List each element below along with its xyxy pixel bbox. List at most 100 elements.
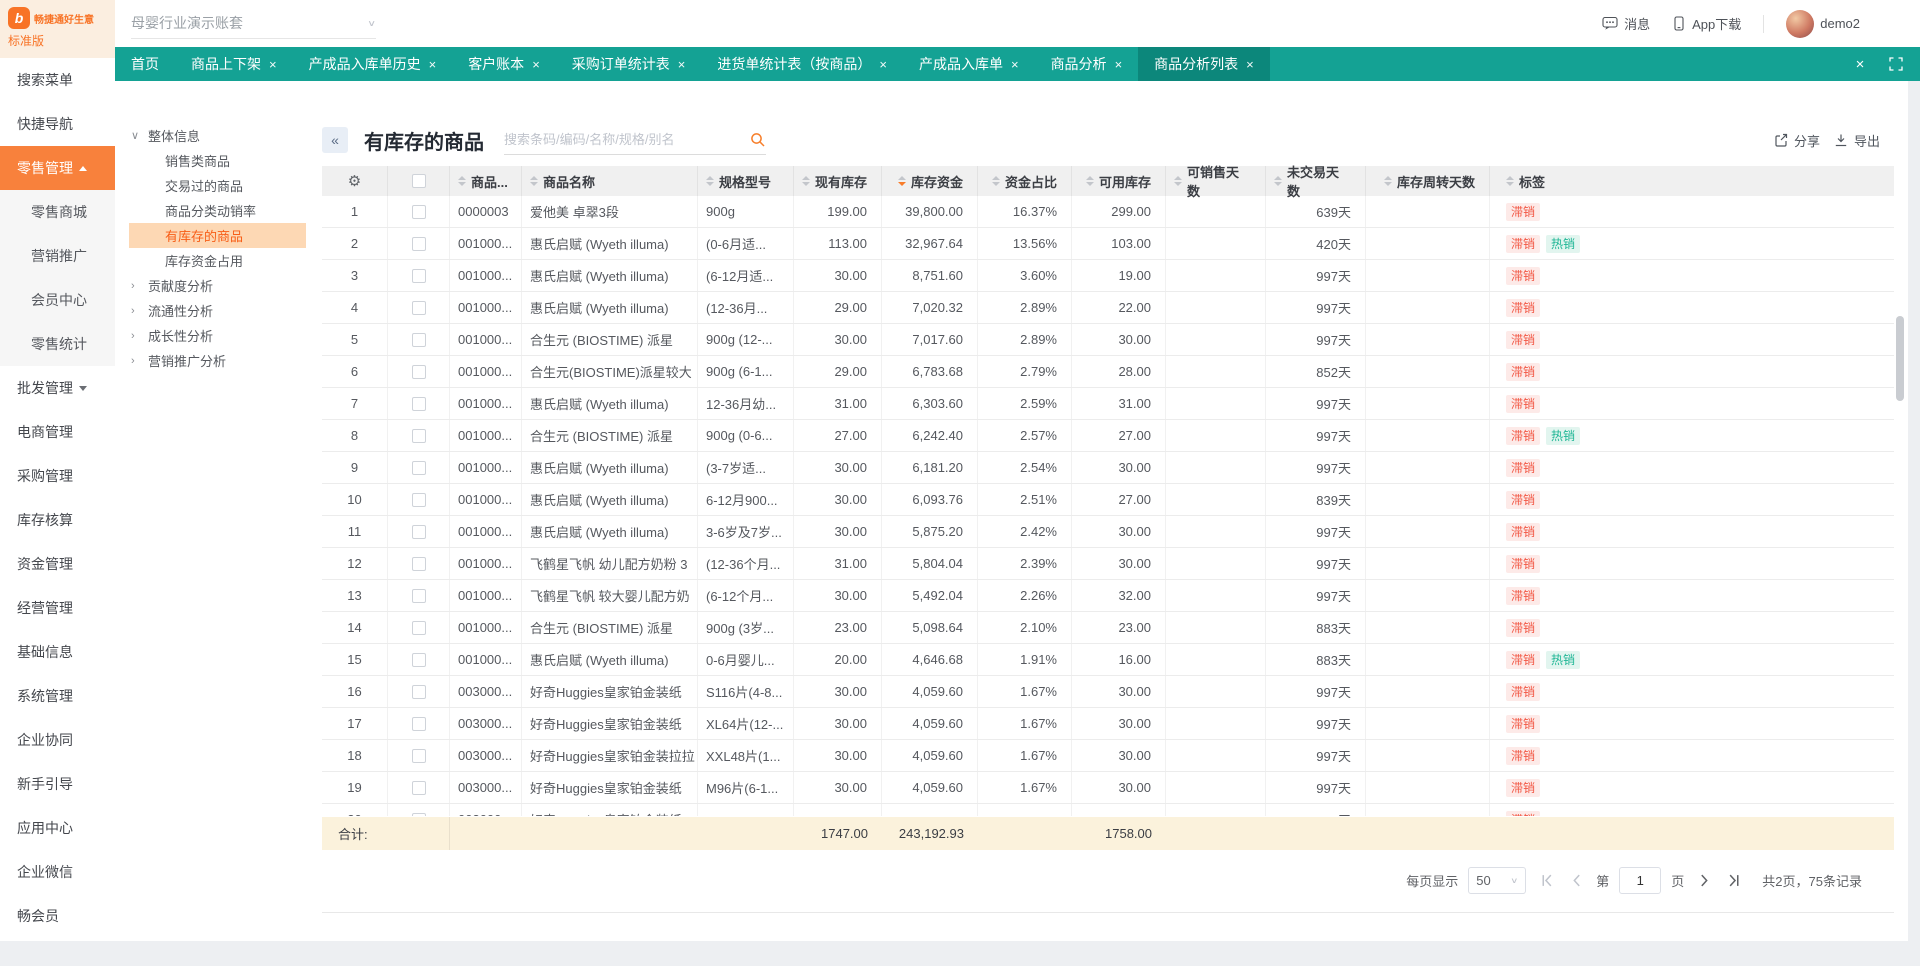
row-checkbox[interactable] <box>411 748 426 763</box>
row-checkbox[interactable] <box>411 332 426 347</box>
tree-item[interactable]: 库存资金占用 <box>129 248 310 273</box>
tab[interactable]: 商品分析 × <box>1035 47 1139 81</box>
sidebar-item[interactable]: 批发管理 <box>0 366 115 410</box>
prev-page-button[interactable] <box>1566 870 1586 890</box>
share-button[interactable]: 分享 <box>1774 131 1820 150</box>
column-header[interactable]: 商品名称 <box>522 166 698 196</box>
tree-item[interactable]: 交易过的商品 <box>129 173 310 198</box>
table-row[interactable]: 1 0000003 爱他美 卓翠3段 900g 199.00 39,800.00 16.37… <box>322 196 1894 228</box>
row-checkbox[interactable] <box>411 300 426 315</box>
tab-close-icon[interactable]: × <box>532 57 540 72</box>
tree-item[interactable]: 商品分类动销率 <box>129 198 310 223</box>
tab-close-icon[interactable]: × <box>678 57 686 72</box>
row-checkbox[interactable] <box>411 780 426 795</box>
collapse-tree-button[interactable]: « <box>322 127 348 153</box>
sidebar-item[interactable]: 电商管理 <box>0 410 115 454</box>
row-checkbox[interactable] <box>411 236 426 251</box>
tab-close-icon[interactable]: × <box>879 57 887 72</box>
tab[interactable]: 产成品入库单历史 × <box>293 47 453 81</box>
row-checkbox[interactable] <box>411 428 426 443</box>
account-selector[interactable]: 母婴行业演示账套 ∨ <box>131 9 376 39</box>
row-checkbox[interactable] <box>411 492 426 507</box>
user-menu[interactable]: demo2 <box>1786 9 1860 38</box>
tab-close-icon[interactable]: × <box>1115 57 1123 72</box>
sidebar-item[interactable]: 应用中心 <box>0 806 115 850</box>
table-row[interactable]: 11 001000... 惠氏启赋 (Wyeth illuma) 3-6岁及7岁...… <box>322 516 1894 548</box>
table-row[interactable]: 8 001000... 合生元 (BIOSTIME) 派星 900g (0-6... 2… <box>322 420 1894 452</box>
table-row[interactable]: 5 001000... 合生元 (BIOSTIME) 派星 900g (12-... 3… <box>322 324 1894 356</box>
tab-close-icon[interactable]: × <box>429 57 437 72</box>
column-header[interactable]: 现有库存 <box>794 166 882 196</box>
vertical-scrollbar[interactable] <box>1896 316 1904 401</box>
sidebar-item[interactable]: 资金管理 <box>0 542 115 586</box>
row-checkbox[interactable] <box>411 556 426 571</box>
fullscreen-button[interactable] <box>1880 47 1912 81</box>
column-header[interactable]: 可用库存 <box>1072 166 1166 196</box>
messages-button[interactable]: 消息 <box>1602 14 1650 33</box>
tab-close-icon[interactable]: × <box>1246 57 1254 72</box>
tree-item[interactable]: › 营销推广分析 <box>129 348 310 373</box>
page-size-select[interactable]: 50 ∨ <box>1468 866 1527 894</box>
row-checkbox[interactable] <box>411 684 426 699</box>
page-input[interactable]: 1 <box>1619 866 1662 894</box>
column-header[interactable]: 商品... <box>450 166 522 196</box>
sidebar-item[interactable]: 零售商城 <box>0 190 115 234</box>
column-header[interactable]: 未交易天数 <box>1266 165 1366 199</box>
column-header[interactable]: 资金占比 <box>978 166 1072 196</box>
row-checkbox[interactable] <box>411 716 426 731</box>
table-row[interactable]: 3 001000... 惠氏启赋 (Wyeth illuma) (6-12月适... 3… <box>322 260 1894 292</box>
row-checkbox[interactable] <box>411 652 426 667</box>
tree-item[interactable]: 销售类商品 <box>129 148 310 173</box>
row-checkbox[interactable] <box>411 364 426 379</box>
sidebar-item[interactable]: 畅会员 <box>0 894 115 938</box>
table-row[interactable]: 14 001000... 合生元 (BIOSTIME) 派星 900g (3岁... 2… <box>322 612 1894 644</box>
table-row[interactable]: 20 003000... 好奇Huggies皇家铂金装纸 997天 滞销 <box>322 804 1894 816</box>
last-page-button[interactable] <box>1724 870 1744 890</box>
tree-item[interactable]: › 成长性分析 <box>129 323 310 348</box>
tab[interactable]: 商品上下架 × <box>175 47 293 81</box>
table-row[interactable]: 15 001000... 惠氏启赋 (Wyeth illuma) 0-6月婴儿... 2… <box>322 644 1894 676</box>
table-row[interactable]: 18 003000... 好奇Huggies皇家铂金装拉拉 XXL48片(1... 30… <box>322 740 1894 772</box>
tree-item[interactable]: › 流通性分析 <box>129 298 310 323</box>
tab[interactable]: 采购订单统计表 × <box>556 47 702 81</box>
search-icon[interactable] <box>750 132 766 148</box>
sidebar-item[interactable]: 企业微信 <box>0 850 115 894</box>
tree-item[interactable]: ∨ 整体信息 <box>129 123 310 148</box>
row-checkbox[interactable] <box>411 620 426 635</box>
table-row[interactable]: 19 003000... 好奇Huggies皇家铂金装纸 M96片(6-1... 30.… <box>322 772 1894 804</box>
tab[interactable]: 商品分析列表 × <box>1138 47 1270 81</box>
sidebar-item[interactable]: 搜索菜单 <box>0 58 115 102</box>
sidebar-item[interactable]: 企业协同 <box>0 718 115 762</box>
export-button[interactable]: 导出 <box>1834 131 1880 150</box>
row-checkbox[interactable] <box>411 268 426 283</box>
sidebar-item[interactable]: 采购管理 <box>0 454 115 498</box>
sidebar-item[interactable]: 基础信息 <box>0 630 115 674</box>
search-input[interactable] <box>504 132 750 147</box>
sidebar-item[interactable]: 系统管理 <box>0 674 115 718</box>
column-header[interactable]: 规格型号 <box>698 166 794 196</box>
column-settings-gear-icon[interactable]: ⚙ <box>348 172 361 190</box>
table-row[interactable]: 6 001000... 合生元(BIOSTIME)派星较大 900g (6-1... 2… <box>322 356 1894 388</box>
column-header[interactable]: 库存周转天数 <box>1366 166 1490 196</box>
sidebar-item[interactable]: 营销推广 <box>0 234 115 278</box>
sidebar-item[interactable]: 零售管理 <box>0 146 115 190</box>
table-row[interactable]: 13 001000... 飞鹤星飞帆 较大婴儿配方奶 (6-12个月... 30.00 5… <box>322 580 1894 612</box>
row-checkbox[interactable] <box>411 204 426 219</box>
table-row[interactable]: 7 001000... 惠氏启赋 (Wyeth illuma) 12-36月幼... 3… <box>322 388 1894 420</box>
table-row[interactable]: 10 001000... 惠氏启赋 (Wyeth illuma) 6-12月900..… <box>322 484 1894 516</box>
tab[interactable]: 产成品入库单 × <box>903 47 1035 81</box>
row-checkbox[interactable] <box>411 460 426 475</box>
sidebar-item[interactable]: 经营管理 <box>0 586 115 630</box>
table-row[interactable]: 12 001000... 飞鹤星飞帆 幼儿配方奶粉 3 (12-36个月... 31.0… <box>322 548 1894 580</box>
sidebar-item[interactable]: 快捷导航 <box>0 102 115 146</box>
table-row[interactable]: 17 003000... 好奇Huggies皇家铂金装纸 XL64片(12-... 30… <box>322 708 1894 740</box>
first-page-button[interactable] <box>1536 870 1556 890</box>
tab[interactable]: 客户账本 × <box>452 47 556 81</box>
select-all-checkbox[interactable] <box>411 174 426 188</box>
tree-item[interactable]: 有库存的商品 <box>129 223 306 248</box>
column-header[interactable]: 库存资金 <box>882 166 978 196</box>
close-all-tabs-button[interactable]: × <box>1844 47 1876 81</box>
table-row[interactable]: 2 001000... 惠氏启赋 (Wyeth illuma) (0-6月适... 11… <box>322 228 1894 260</box>
table-row[interactable]: 9 001000... 惠氏启赋 (Wyeth illuma) (3-7岁适... 30… <box>322 452 1894 484</box>
sidebar-item[interactable]: 库存核算 <box>0 498 115 542</box>
